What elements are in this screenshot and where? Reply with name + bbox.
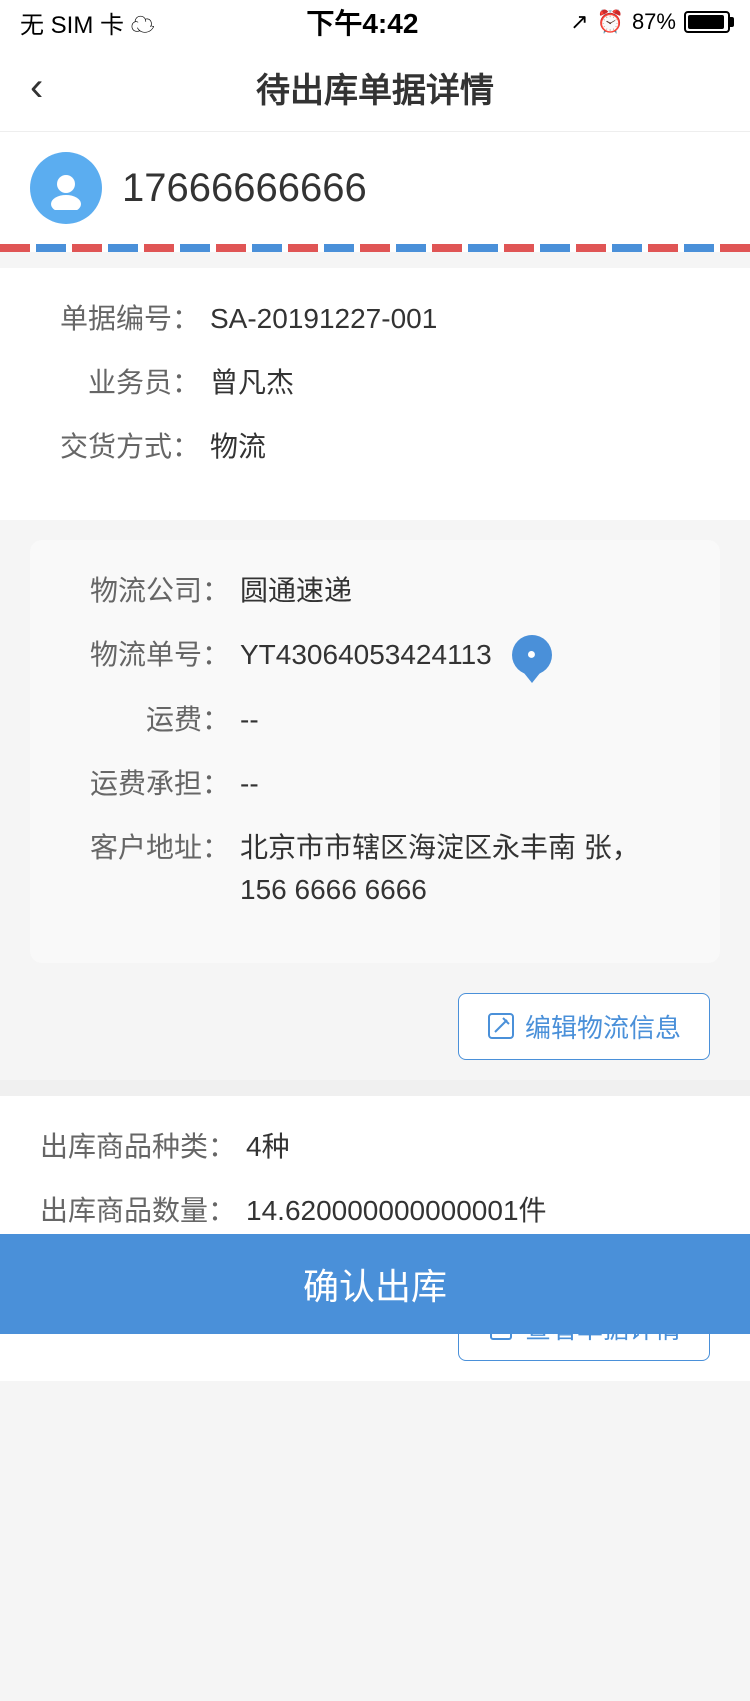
- customer-phone: 17666666666: [122, 166, 367, 211]
- confirm-bar-spacer: [0, 1601, 750, 1701]
- salesman-value: 曾凡杰: [210, 362, 710, 404]
- delivery-label: 交货方式：: [40, 426, 200, 468]
- freight-label: 运费：: [70, 699, 230, 741]
- nav-bar: ‹ 待出库单据详情: [0, 44, 750, 132]
- goods-quantity-label: 出库商品数量：: [40, 1190, 236, 1232]
- delivery-row: 交货方式： 物流: [40, 426, 710, 468]
- page-title: 待出库单据详情: [256, 63, 494, 112]
- goods-quantity-row: 出库商品数量： 14.620000000000001件: [40, 1190, 710, 1232]
- edit-icon: [487, 1012, 515, 1040]
- sim-label: 无 SIM 卡 ☁: [20, 5, 155, 40]
- delivery-value: 物流: [210, 426, 710, 468]
- logistics-tracking-label: 物流单号：: [70, 634, 230, 676]
- status-right: ↗ ⏰ 87%: [570, 9, 730, 35]
- location-status-icon: ↗: [570, 9, 588, 35]
- alarm-icon: ⏰: [597, 9, 624, 35]
- logistics-company-value: 圆通速递: [240, 570, 680, 612]
- freight-bearer-label: 运费承担：: [70, 763, 230, 805]
- order-no-row: 单据编号： SA-20191227-001: [40, 298, 710, 340]
- location-icon[interactable]: [512, 635, 552, 675]
- salesman-row: 业务员： 曾凡杰: [40, 362, 710, 404]
- section-divider: [0, 1080, 750, 1096]
- confirm-label: 确认出库: [303, 1258, 447, 1310]
- customer-header: 17666666666: [0, 132, 750, 244]
- freight-value: --: [240, 699, 680, 741]
- goods-quantity-value: 14.620000000000001件: [246, 1190, 710, 1232]
- back-button[interactable]: ‹: [30, 65, 43, 110]
- address-label: 客户地址：: [70, 827, 230, 869]
- status-time: 下午4:42: [306, 2, 418, 42]
- status-left: 无 SIM 卡 ☁: [20, 5, 155, 40]
- address-value: 北京市市辖区海淀区永丰南 张，156 6666 6666: [240, 827, 680, 911]
- logistics-tracking-value: YT43064053424113: [240, 634, 680, 677]
- status-bar: 无 SIM 卡 ☁ 下午4:42 ↗ ⏰ 87%: [0, 0, 750, 44]
- logistics-card: 物流公司： 圆通速递 物流单号： YT43064053424113 运费： --…: [30, 540, 720, 963]
- bottom-spacer: [0, 1381, 750, 1601]
- order-info-section: 单据编号： SA-20191227-001 业务员： 曾凡杰 交货方式： 物流: [0, 268, 750, 520]
- order-no-label: 单据编号：: [40, 298, 200, 340]
- freight-row: 运费： --: [70, 699, 680, 741]
- logistics-company-label: 物流公司：: [70, 570, 230, 612]
- avatar: [30, 152, 102, 224]
- battery-percent: 87%: [632, 9, 676, 35]
- logistics-company-row: 物流公司： 圆通速递: [70, 570, 680, 612]
- address-row: 客户地址： 北京市市辖区海淀区永丰南 张，156 6666 6666: [70, 827, 680, 911]
- freight-bearer-row: 运费承担： --: [70, 763, 680, 805]
- edit-logistics-container: 编辑物流信息: [0, 983, 750, 1080]
- dashed-divider: [0, 244, 750, 252]
- confirm-bar[interactable]: 确认出库: [0, 1234, 750, 1334]
- order-no-value: SA-20191227-001: [210, 298, 710, 340]
- logistics-tracking-row: 物流单号： YT43064053424113: [70, 634, 680, 677]
- goods-types-row: 出库商品种类： 4种: [40, 1126, 710, 1168]
- freight-bearer-value: --: [240, 763, 680, 805]
- salesman-label: 业务员：: [40, 362, 200, 404]
- goods-types-label: 出库商品种类：: [40, 1126, 236, 1168]
- battery-icon: [684, 11, 730, 33]
- edit-logistics-label: 编辑物流信息: [525, 1008, 681, 1045]
- goods-types-value: 4种: [246, 1126, 710, 1168]
- edit-logistics-button[interactable]: 编辑物流信息: [458, 993, 710, 1060]
